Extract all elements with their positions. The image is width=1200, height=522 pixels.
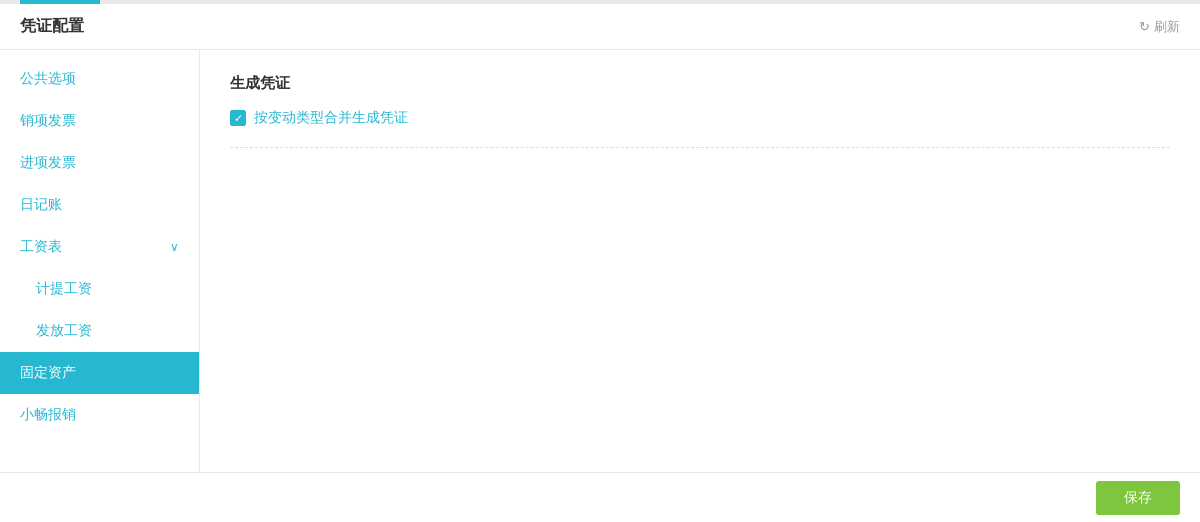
footer: 保存 [0, 472, 1200, 522]
header: 凭证配置 ↻ 刷新 [0, 4, 1200, 50]
refresh-button[interactable]: ↻ 刷新 [1139, 18, 1180, 36]
sidebar-item-calc-payroll[interactable]: 计提工资 [0, 268, 199, 310]
sidebar-item-expense-report[interactable]: 小畅报销 [0, 394, 199, 436]
merge-checkbox[interactable]: ✓ [230, 110, 246, 126]
sidebar-item-label: 公共选项 [20, 70, 76, 88]
sidebar-item-label: 固定资产 [20, 364, 76, 382]
main-content: 公共选项销项发票进项发票日记账工资表 ∨ 计提工资发放工资固定资产小畅报销 生成凭证… [0, 50, 1200, 472]
refresh-icon: ↻ [1139, 19, 1150, 34]
save-button[interactable]: 保存 [1096, 481, 1180, 515]
sidebar-item-pay-payroll[interactable]: 发放工资 [0, 310, 199, 352]
sidebar-item-label: 发放工资 [36, 322, 92, 340]
page-wrapper: 凭证配置 ↻ 刷新 公共选项销项发票进项发票日记账工资表 ∨ 计提工资发放工资固定资… [0, 0, 1200, 522]
check-mark: ✓ [234, 113, 243, 124]
sidebar-item-payroll-table[interactable]: 工资表 ∨ [0, 226, 199, 268]
sidebar: 公共选项销项发票进项发票日记账工资表 ∨ 计提工资发放工资固定资产小畅报销 [0, 50, 200, 472]
sidebar-item-label: 小畅报销 [20, 406, 76, 424]
section-title: 生成凭证 [230, 74, 1170, 93]
sidebar-item-label: 进项发票 [20, 154, 76, 172]
divider [230, 147, 1170, 148]
sidebar-item-label: 工资表 [20, 238, 62, 256]
page-title: 凭证配置 [20, 16, 84, 37]
sidebar-item-purchase-invoice[interactable]: 进项发票 [0, 142, 199, 184]
sidebar-item-public-options[interactable]: 公共选项 [0, 58, 199, 100]
sidebar-item-label: 日记账 [20, 196, 62, 214]
sidebar-item-sales-invoice[interactable]: 销项发票 [0, 100, 199, 142]
sidebar-item-journal[interactable]: 日记账 [0, 184, 199, 226]
checkbox-label: 按变动类型合并生成凭证 [254, 109, 408, 127]
content-area: 生成凭证 ✓ 按变动类型合并生成凭证 [200, 50, 1200, 472]
chevron-down-icon: ∨ [170, 240, 179, 254]
sidebar-item-label: 计提工资 [36, 280, 92, 298]
refresh-label: 刷新 [1154, 18, 1180, 36]
sidebar-item-fixed-assets[interactable]: 固定资产 [0, 352, 199, 394]
checkbox-row: ✓ 按变动类型合并生成凭证 [230, 109, 1170, 127]
sidebar-item-label: 销项发票 [20, 112, 76, 130]
